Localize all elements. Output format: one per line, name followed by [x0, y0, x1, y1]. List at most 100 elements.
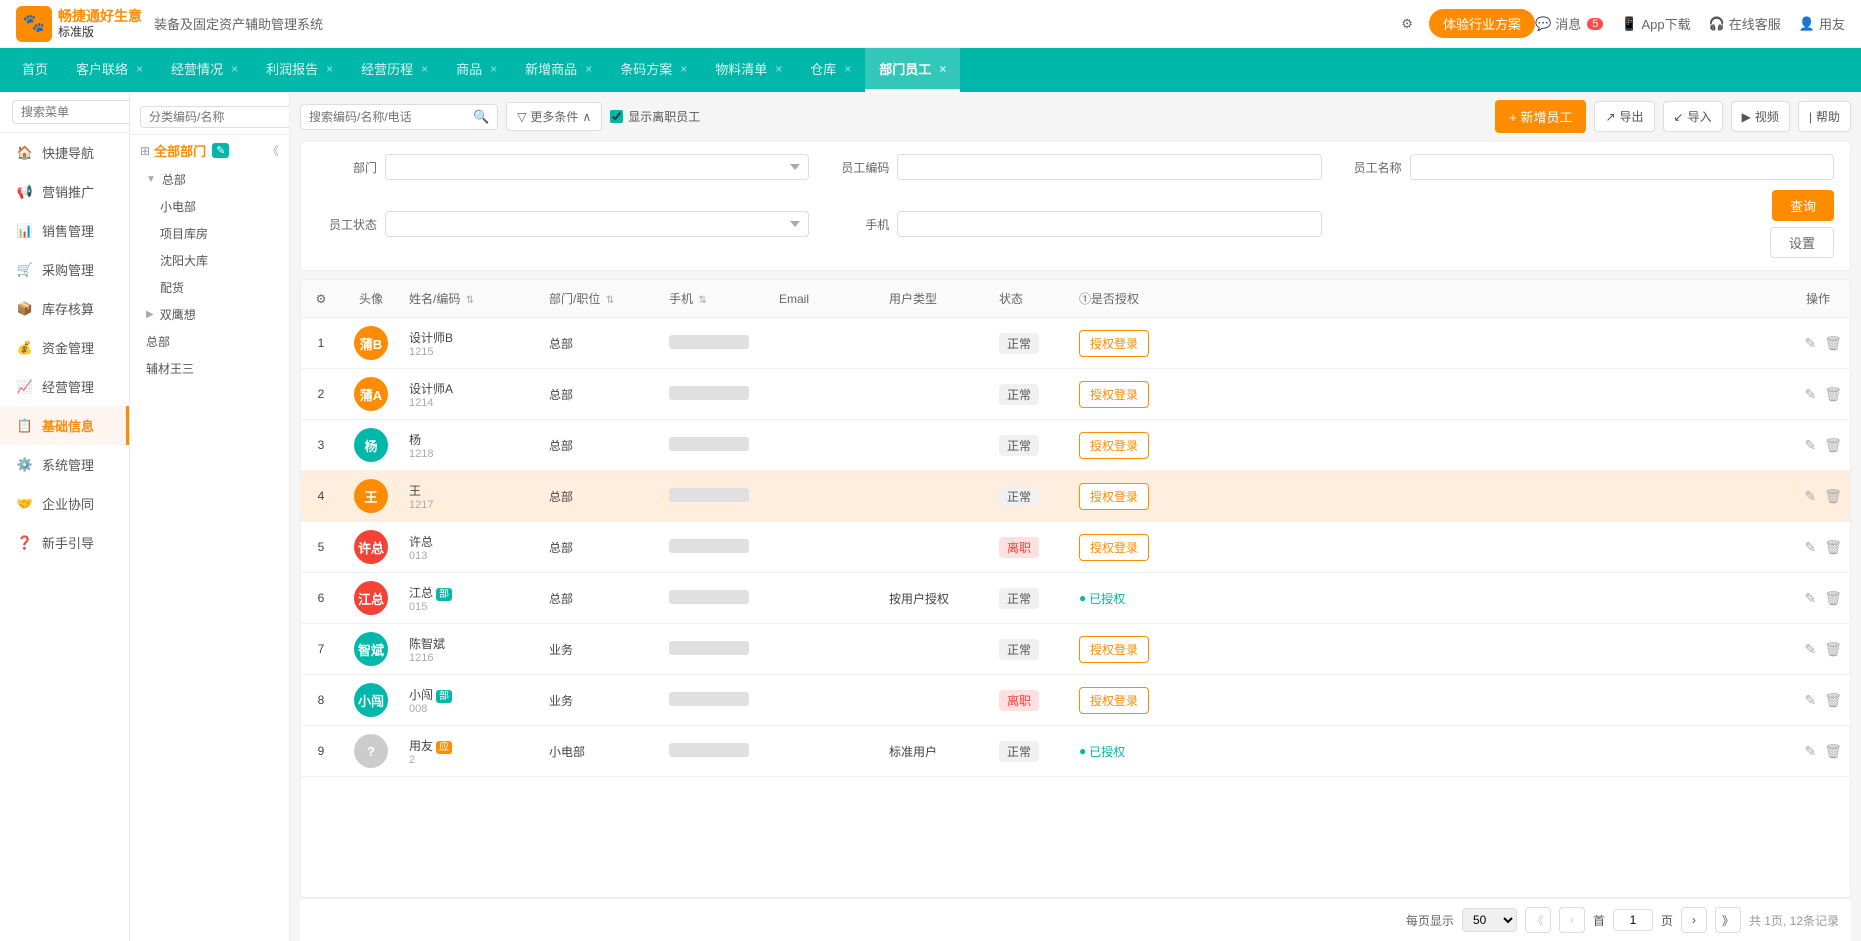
- tab-department[interactable]: 部门员工×: [865, 48, 960, 92]
- sidebar-item-basic[interactable]: 📋 基础信息: [0, 406, 129, 445]
- tab-home[interactable]: 首页: [8, 48, 62, 92]
- edit-icon[interactable]: ✎: [1804, 590, 1816, 607]
- edit-icon[interactable]: ✎: [1804, 488, 1816, 505]
- add-employee-button[interactable]: + 新增员工: [1495, 100, 1586, 133]
- page-size-select[interactable]: 50 10 20 100: [1462, 908, 1517, 932]
- tab-operation[interactable]: 经营情况×: [157, 48, 252, 92]
- dept-collapse-btn[interactable]: 《: [267, 142, 279, 159]
- auth-button[interactable]: 授权登录: [1079, 483, 1149, 510]
- dept-xiaodian[interactable]: 小电部: [140, 193, 289, 220]
- dept-edit-badge[interactable]: ✎: [212, 143, 229, 158]
- delete-icon[interactable]: 🗑: [1824, 641, 1842, 658]
- close-icon[interactable]: ×: [680, 62, 687, 76]
- more-filter-btn[interactable]: ▽ 更多条件 ∧: [506, 102, 602, 131]
- tab-goods[interactable]: 商品×: [442, 48, 511, 92]
- col-settings[interactable]: ⚙: [301, 280, 341, 318]
- edit-icon[interactable]: ✎: [1804, 743, 1816, 760]
- dept-puzhi[interactable]: 辅材王三: [130, 355, 289, 382]
- reset-button[interactable]: 设置: [1770, 227, 1834, 258]
- close-icon[interactable]: ×: [136, 62, 143, 76]
- dept-zongbu2[interactable]: 总部: [130, 328, 289, 355]
- sidebar-item-operation[interactable]: 📈 经营管理: [0, 367, 129, 406]
- video-btn[interactable]: ▶ 视频: [1731, 101, 1790, 132]
- col-phone[interactable]: 手机 ⇅: [661, 280, 771, 318]
- search-input[interactable]: [309, 110, 469, 124]
- message-btn[interactable]: 💬 消息 5: [1535, 14, 1603, 33]
- tab-warehouse[interactable]: 仓库×: [796, 48, 865, 92]
- delete-icon[interactable]: 🗑: [1824, 692, 1842, 709]
- delete-icon[interactable]: 🗑: [1824, 743, 1842, 760]
- sidebar-item-system[interactable]: ⚙️ 系统管理: [0, 445, 129, 484]
- delete-icon[interactable]: 🗑: [1824, 437, 1842, 454]
- sidebar-item-collab[interactable]: 🤝 企业协同: [0, 484, 129, 523]
- sidebar-item-purchase[interactable]: 🛒 采购管理: [0, 250, 129, 289]
- close-icon[interactable]: ×: [326, 62, 333, 76]
- tab-profit[interactable]: 利润报告×: [252, 48, 347, 92]
- tab-barcode[interactable]: 条码方案×: [606, 48, 701, 92]
- close-icon[interactable]: ×: [775, 62, 782, 76]
- tab-customer[interactable]: 客户联络×: [62, 48, 157, 92]
- phone-input[interactable]: [897, 211, 1321, 237]
- delete-icon[interactable]: 🗑: [1824, 488, 1842, 505]
- edit-icon[interactable]: ✎: [1804, 437, 1816, 454]
- edit-icon[interactable]: ✎: [1804, 386, 1816, 403]
- edit-icon[interactable]: ✎: [1804, 539, 1816, 556]
- dept-filter-select[interactable]: [385, 154, 809, 180]
- trial-button[interactable]: 体验行业方案: [1429, 9, 1535, 38]
- show-resigned-checkbox[interactable]: 显示离职员工: [610, 108, 700, 125]
- col-name-code[interactable]: 姓名/编码 ⇅: [401, 280, 541, 318]
- export-btn[interactable]: ↗ 导出: [1594, 101, 1654, 132]
- edit-icon[interactable]: ✎: [1804, 692, 1816, 709]
- auth-button[interactable]: 授权登录: [1079, 381, 1149, 408]
- sidebar-item-finance[interactable]: 💰 资金管理: [0, 328, 129, 367]
- dept-zongbu[interactable]: ▼ 总部: [130, 166, 289, 193]
- page-prev-btn[interactable]: ‹: [1559, 907, 1585, 933]
- emp-name-input[interactable]: [1410, 154, 1834, 180]
- help-btn[interactable]: | 帮助: [1798, 101, 1851, 132]
- edit-icon[interactable]: ✎: [1804, 335, 1816, 352]
- tab-new-goods[interactable]: 新增商品×: [511, 48, 606, 92]
- delete-icon[interactable]: 🗑: [1824, 335, 1842, 352]
- dept-search-input[interactable]: [140, 106, 290, 128]
- dept-xiangmu[interactable]: 项目库房: [140, 220, 289, 247]
- sidebar-item-quicknav[interactable]: 🏠 快捷导航: [0, 133, 129, 172]
- edit-icon[interactable]: ✎: [1804, 641, 1816, 658]
- all-dept-row[interactable]: ⊞ 全部部门 ✎ 《: [130, 135, 289, 166]
- close-icon[interactable]: ×: [844, 62, 851, 76]
- close-icon[interactable]: ×: [231, 62, 238, 76]
- auth-button[interactable]: 授权登录: [1079, 636, 1149, 663]
- sidebar-item-inventory[interactable]: 📦 库存核算: [0, 289, 129, 328]
- query-button[interactable]: 查询: [1772, 190, 1834, 221]
- col-dept[interactable]: 部门/职位 ⇅: [541, 280, 661, 318]
- import-btn[interactable]: ↙ 导入: [1663, 101, 1723, 132]
- sidebar-item-sales[interactable]: 📊 销售管理: [0, 211, 129, 250]
- close-icon[interactable]: ×: [585, 62, 592, 76]
- page-input[interactable]: [1613, 909, 1653, 931]
- auth-button[interactable]: 授权登录: [1079, 687, 1149, 714]
- close-icon[interactable]: ×: [490, 62, 497, 76]
- close-icon[interactable]: ×: [939, 62, 946, 76]
- close-icon[interactable]: ×: [421, 62, 428, 76]
- dept-shenyang[interactable]: 沈阳大库: [140, 247, 289, 274]
- auth-button[interactable]: 授权登录: [1079, 432, 1149, 459]
- emp-status-select[interactable]: [385, 211, 809, 237]
- delete-icon[interactable]: 🗑: [1824, 386, 1842, 403]
- delete-icon[interactable]: 🗑: [1824, 539, 1842, 556]
- tab-bom[interactable]: 物料清单×: [701, 48, 796, 92]
- user-avatar[interactable]: 👤 用友: [1799, 14, 1845, 33]
- page-last-btn[interactable]: 》: [1715, 907, 1741, 933]
- page-next-btn[interactable]: ›: [1681, 907, 1707, 933]
- online-service-btn[interactable]: 🎧 在线客服: [1709, 14, 1781, 33]
- dept-shuangyuan[interactable]: ▶ 双鹰想: [130, 301, 289, 328]
- settings-icon[interactable]: ⚙: [1393, 10, 1421, 38]
- delete-icon[interactable]: 🗑: [1824, 590, 1842, 607]
- sidebar-search-input[interactable]: [12, 100, 130, 124]
- auth-button[interactable]: 授权登录: [1079, 534, 1149, 561]
- emp-code-input[interactable]: [897, 154, 1321, 180]
- dept-peihuo[interactable]: 配货: [140, 274, 289, 301]
- auth-button[interactable]: 授权登录: [1079, 330, 1149, 357]
- page-first-btn[interactable]: 《: [1525, 907, 1551, 933]
- app-download-btn[interactable]: 📱 App下载: [1621, 14, 1690, 33]
- sidebar-item-guide[interactable]: ❓ 新手引导: [0, 523, 129, 562]
- sidebar-item-marketing[interactable]: 📢 营销推广: [0, 172, 129, 211]
